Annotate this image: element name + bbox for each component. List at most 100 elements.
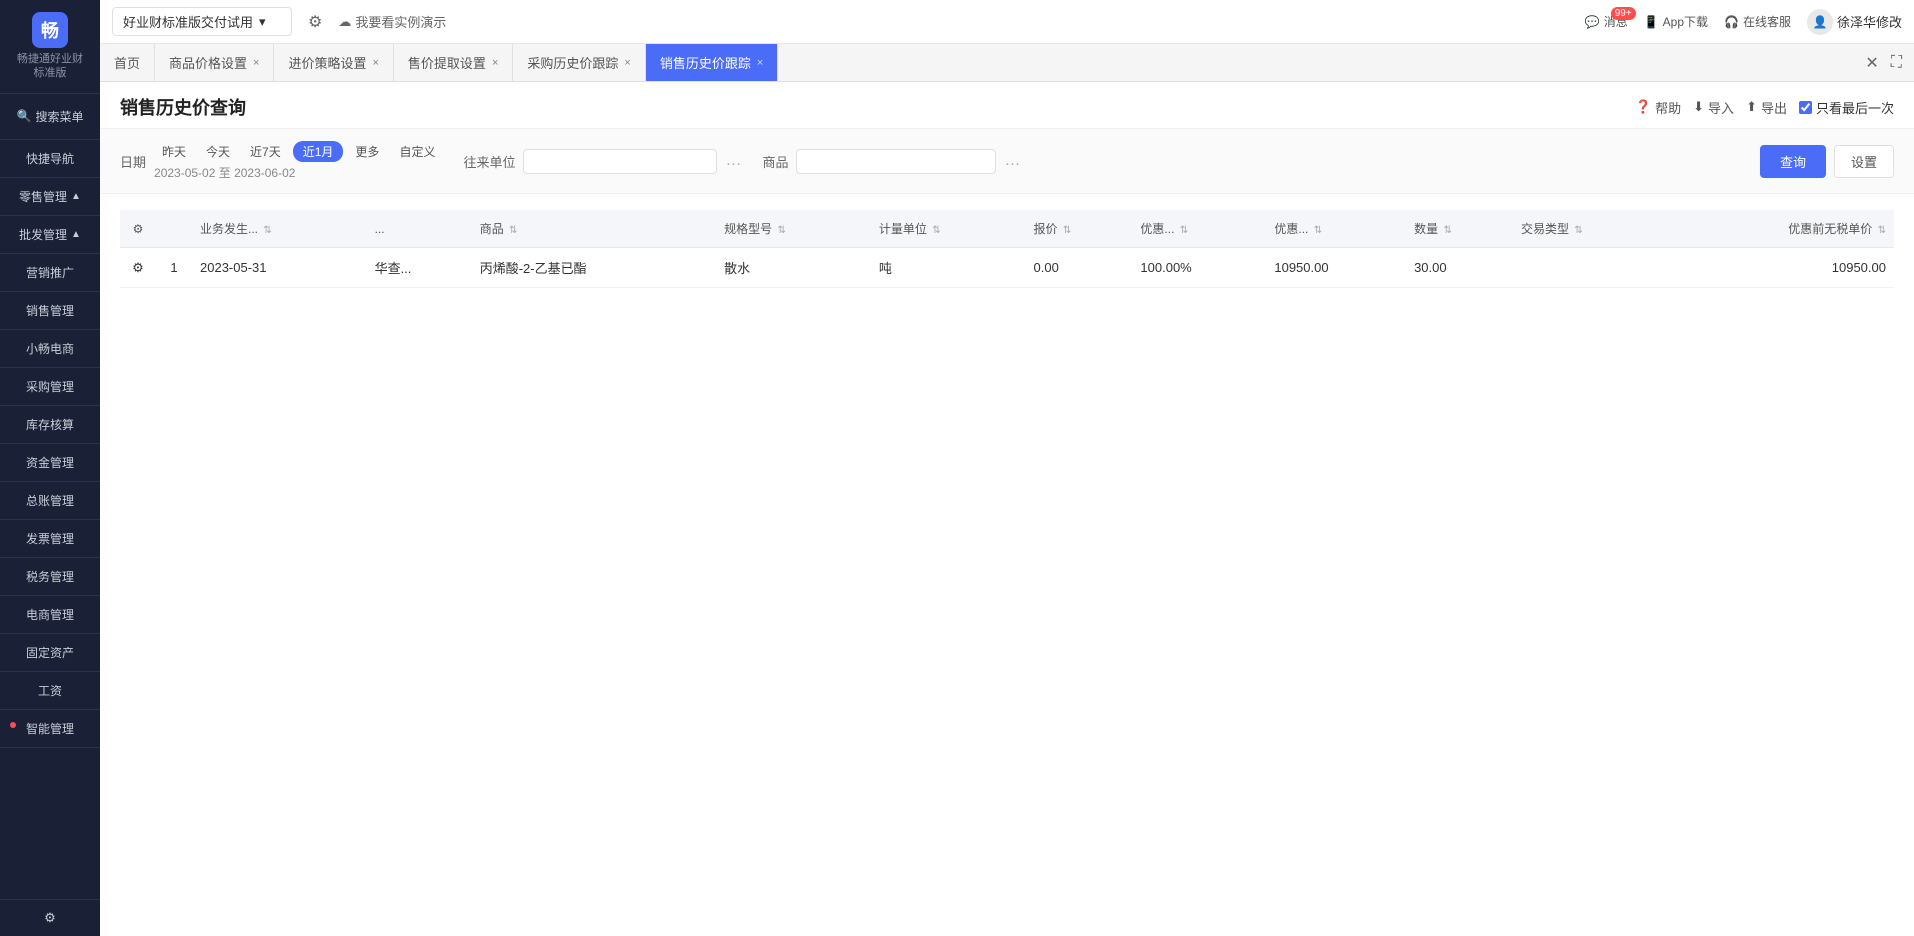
sidebar-settings-button[interactable]: ⚙	[0, 899, 100, 936]
col-header-settings[interactable]: ⚙	[120, 210, 156, 248]
filter-actions: 查询 设置	[1760, 145, 1894, 178]
goods-label: 商品	[762, 152, 788, 171]
table-settings-icon[interactable]: ⚙	[133, 222, 144, 236]
sidebar-item-payroll[interactable]: 工资	[0, 672, 100, 710]
expand-window-button[interactable]: ⛶	[1887, 52, 1906, 74]
tab-close-purchase-history[interactable]: ×	[624, 57, 630, 69]
user-menu[interactable]: 👤 徐泽华修改	[1807, 9, 1902, 35]
col-header-spec[interactable]: 规格型号 ⇅	[716, 210, 871, 248]
sidebar-item-retail[interactable]: 零售管理 ▲	[0, 178, 100, 216]
row-settings[interactable]: ⚙	[120, 248, 156, 288]
export-button[interactable]: ⬆ 导出	[1746, 98, 1787, 117]
sort-icon-spec: ⇅	[778, 225, 786, 236]
col-header-unit[interactable]: 计量单位 ⇅	[871, 210, 1026, 248]
filter-area: 日期 昨天 今天 近7天 近1月 更多 自定义 2023-05-02 至 202…	[100, 129, 1914, 194]
col-header-price[interactable]: 报价 ⇅	[1026, 210, 1133, 248]
col-header-trade-type[interactable]: 交易类型 ⇅	[1513, 210, 1668, 248]
header: 好业财标准版交付试用 ▾ ⚙ ☁ 我要看实例演示 💬 消息 99+ 📱 App下…	[100, 0, 1914, 44]
table-row[interactable]: ⚙ 1 2023-05-31 华查... 丙烯酸-2-乙基已酯 散水 吨 0.0…	[120, 248, 1894, 288]
search-menu-button[interactable]: 🔍 搜索菜单	[8, 102, 92, 131]
from-unit-input[interactable]	[523, 149, 717, 174]
tab-close-price-strategy[interactable]: ×	[372, 57, 378, 69]
header-right: 💬 消息 99+ 📱 App下载 🎧 在线客服 👤 徐泽华修改	[1585, 9, 1902, 35]
date-opt-today[interactable]: 今天	[198, 141, 238, 162]
col-header-qty[interactable]: 数量 ⇅	[1406, 210, 1513, 248]
from-unit-label: 往来单位	[463, 152, 515, 171]
col-header-goods[interactable]: 商品 ⇅	[472, 210, 716, 248]
product-dropdown-label: 好业财标准版交付试用	[123, 12, 253, 31]
tab-purchase-history[interactable]: 采购历史价跟踪 ×	[513, 44, 645, 81]
logo-icon: 畅	[32, 12, 68, 48]
search-icon: 🔍	[17, 109, 32, 123]
sidebar-item-inventory[interactable]: 库存核算	[0, 406, 100, 444]
query-button[interactable]: 查询	[1760, 145, 1826, 178]
sidebar-item-finance[interactable]: 资金管理	[0, 444, 100, 482]
page-content: 销售历史价查询 ❓ 帮助 ⬇ 导入 ⬆ 导出 只看最后一次	[100, 82, 1914, 936]
tab-goods-price[interactable]: 商品价格设置 ×	[155, 44, 274, 81]
service-button[interactable]: 🎧 在线客服	[1724, 13, 1791, 30]
last-only-checkbox-label[interactable]: 只看最后一次	[1799, 98, 1894, 117]
import-icon: ⬇	[1693, 99, 1704, 115]
help-icon: ❓	[1635, 99, 1651, 115]
row-goods: 丙烯酸-2-乙基已酯	[472, 248, 716, 288]
sidebar-item-sales[interactable]: 销售管理	[0, 292, 100, 330]
settings-button[interactable]: 设置	[1834, 145, 1894, 178]
tab-home[interactable]: 首页	[100, 44, 155, 81]
date-opt-custom[interactable]: 自定义	[391, 141, 443, 162]
sidebar-item-ecommgr[interactable]: 电商管理	[0, 596, 100, 634]
tab-price-strategy[interactable]: 进价策略设置 ×	[274, 44, 393, 81]
help-button[interactable]: ❓ 帮助	[1635, 98, 1681, 117]
sidebar-search-section: 🔍 搜索菜单	[0, 94, 100, 140]
date-opt-yesterday[interactable]: 昨天	[154, 141, 194, 162]
page-header: 销售历史价查询 ❓ 帮助 ⬇ 导入 ⬆ 导出 只看最后一次	[100, 82, 1914, 129]
sidebar-item-invoice[interactable]: 发票管理	[0, 520, 100, 558]
import-button[interactable]: ⬇ 导入	[1693, 98, 1734, 117]
sidebar-item-wholesale[interactable]: 批发管理 ▲	[0, 216, 100, 254]
message-button[interactable]: 💬 消息 99+	[1585, 13, 1628, 30]
logo-text: 畅捷通好业财 标准版	[17, 52, 83, 81]
sidebar-item-smart[interactable]: 智能管理	[0, 710, 100, 748]
sidebar-item-tax[interactable]: 税务管理	[0, 558, 100, 596]
sort-icon-trade-type: ⇅	[1574, 225, 1582, 236]
export-icon: ⬆	[1746, 99, 1757, 115]
sidebar-item-marketing[interactable]: 营销推广	[0, 254, 100, 292]
from-unit-more-button[interactable]: …	[725, 152, 742, 170]
demo-link[interactable]: ☁ 我要看实例演示	[338, 12, 446, 31]
table-area: ⚙ 业务发生... ⇅ ... 商品 ⇅	[100, 194, 1914, 936]
row-no: 1	[156, 248, 192, 288]
settings-icon[interactable]: ⚙	[304, 8, 326, 36]
app-download-button[interactable]: 📱 App下载	[1644, 13, 1708, 30]
tab-price-extract[interactable]: 售价提取设置 ×	[394, 44, 513, 81]
sidebar-item-purchase[interactable]: 采购管理	[0, 368, 100, 406]
sidebar-item-ledger[interactable]: 总账管理	[0, 482, 100, 520]
tab-close-goods-price[interactable]: ×	[253, 57, 259, 69]
col-header-biz-date[interactable]: 业务发生... ⇅	[192, 210, 367, 248]
last-only-checkbox[interactable]	[1799, 101, 1812, 114]
row-settings-icon[interactable]: ⚙	[132, 260, 144, 275]
sidebar-item-assets[interactable]: 固定资产	[0, 634, 100, 672]
row-spec: 散水	[716, 248, 871, 288]
product-dropdown[interactable]: 好业财标准版交付试用 ▾	[112, 7, 292, 36]
col-header-pretax-price[interactable]: 优惠前无税单价 ⇅	[1668, 210, 1894, 248]
tab-close-price-extract[interactable]: ×	[492, 57, 498, 69]
tab-sales-history[interactable]: 销售历史价跟踪 ×	[646, 44, 778, 81]
col-header-more[interactable]: ...	[367, 210, 472, 248]
tab-close-sales-history[interactable]: ×	[757, 57, 763, 69]
avatar: 👤	[1807, 9, 1833, 35]
close-window-button[interactable]: ✕	[1861, 51, 1882, 75]
sort-icon-discount1: ⇅	[1180, 225, 1188, 236]
message-badge: 99+	[1611, 7, 1636, 20]
goods-more-button[interactable]: …	[1004, 152, 1021, 170]
sort-icon-biz-date: ⇅	[263, 225, 271, 236]
sort-icon-goods: ⇅	[509, 225, 517, 236]
col-header-discount2[interactable]: 优惠... ⇅	[1266, 210, 1406, 248]
sort-icon-pretax-price: ⇅	[1878, 225, 1886, 236]
date-opt-1month[interactable]: 近1月	[293, 141, 344, 162]
date-opt-7days[interactable]: 近7天	[242, 141, 289, 162]
sidebar-item-quick-nav[interactable]: 快捷导航	[0, 140, 100, 178]
date-opt-more[interactable]: 更多	[347, 141, 387, 162]
from-unit-filter-group: 往来单位 …	[463, 149, 742, 174]
sidebar-item-ecom[interactable]: 小畅电商	[0, 330, 100, 368]
col-header-discount1[interactable]: 优惠... ⇅	[1132, 210, 1266, 248]
goods-input[interactable]	[796, 149, 996, 174]
